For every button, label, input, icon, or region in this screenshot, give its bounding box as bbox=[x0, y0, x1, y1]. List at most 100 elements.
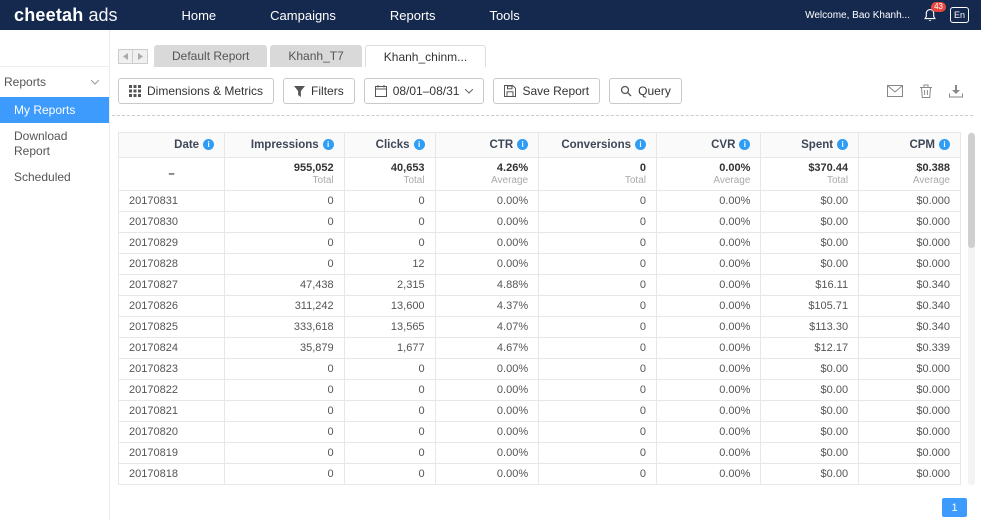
spent-cell: $0.00 bbox=[760, 379, 860, 401]
sidebar-item-my-reports[interactable]: My Reports bbox=[0, 97, 109, 124]
tab-default-report[interactable]: Default Report bbox=[154, 45, 268, 67]
table-row: 20170829 0 0 0.00% 0 0.00% $0.00 $0.000 bbox=[117, 232, 961, 254]
spent-cell: $0.00 bbox=[760, 463, 860, 485]
summary-value: $370.44 bbox=[808, 162, 849, 174]
clicks-cell: 0 bbox=[343, 190, 436, 212]
nav-item-home[interactable]: Home bbox=[181, 8, 216, 23]
bell-icon[interactable]: 43 bbox=[923, 1, 946, 23]
nav-item-campaigns[interactable]: Campaigns bbox=[270, 8, 336, 23]
download-icon[interactable] bbox=[949, 84, 963, 98]
clicks-cell: 0 bbox=[343, 421, 436, 443]
column-header[interactable]: CTR i bbox=[434, 132, 540, 158]
clicks-cell: 0 bbox=[343, 442, 436, 464]
column-header[interactable]: Impressions i bbox=[224, 132, 345, 158]
info-icon[interactable]: i bbox=[517, 139, 529, 150]
sidebar-group-reports[interactable]: Reports bbox=[0, 66, 109, 97]
conversions-cell: 0 bbox=[538, 295, 657, 317]
tab-arrows bbox=[118, 49, 148, 64]
column-header[interactable]: Conversions i bbox=[538, 132, 657, 158]
summary-cell: 40,653 Total bbox=[343, 157, 436, 191]
header-row: Date i Impressions i Clicks i CTR i Conversi… bbox=[117, 132, 961, 158]
date-cell: 20170826 bbox=[117, 295, 226, 317]
trash-icon[interactable] bbox=[920, 84, 932, 98]
cvr-cell: 0.00% bbox=[655, 295, 762, 317]
summary-value: 40,653 bbox=[390, 162, 425, 174]
date-cell: 20170821 bbox=[117, 400, 226, 422]
tab-scroll-left-icon[interactable] bbox=[118, 49, 133, 64]
spent-cell: $0.00 bbox=[760, 190, 860, 212]
cvr-cell: 0.00% bbox=[655, 316, 762, 338]
cvr-cell: 0.00% bbox=[655, 253, 762, 275]
nav-item-tools[interactable]: Tools bbox=[489, 8, 519, 23]
cvr-cell: 0.00% bbox=[655, 232, 762, 254]
info-icon[interactable]: i bbox=[939, 139, 950, 150]
tab-khanh-t7[interactable]: Khanh_T7 bbox=[270, 45, 362, 67]
nav-item-reports[interactable]: Reports bbox=[390, 8, 436, 23]
cvr-cell: 0.00% bbox=[655, 358, 762, 380]
toolbar-icon-strip bbox=[887, 84, 963, 98]
column-header[interactable]: CVR i bbox=[655, 132, 762, 158]
ctr-cell: 4.07% bbox=[434, 316, 540, 338]
filters-button[interactable]: Filters bbox=[283, 78, 355, 104]
spent-cell: $0.00 bbox=[760, 253, 860, 275]
top-nav: cheetah ads Home Campaigns Reports Tools… bbox=[0, 0, 981, 30]
scrollbar-thumb[interactable] bbox=[968, 133, 975, 248]
summary-sub-label: Average bbox=[491, 175, 529, 186]
info-icon[interactable]: i bbox=[739, 139, 751, 150]
column-header[interactable]: Date i bbox=[117, 132, 226, 158]
clicks-cell: 0 bbox=[343, 379, 436, 401]
user-menu[interactable]: Welcome, Bao Khanh... bbox=[805, 10, 910, 21]
impressions-cell: 311,242 bbox=[224, 295, 345, 317]
sidebar-item-scheduled[interactable]: Scheduled bbox=[0, 164, 109, 190]
impressions-cell: 333,618 bbox=[224, 316, 345, 338]
impressions-cell: 0 bbox=[224, 190, 345, 212]
save-report-button[interactable]: Save Report bbox=[493, 78, 601, 104]
ctr-cell: 0.00% bbox=[434, 358, 540, 380]
column-header[interactable]: Clicks i bbox=[343, 132, 436, 158]
info-icon[interactable]: i bbox=[635, 139, 646, 150]
clicks-cell: 0 bbox=[343, 358, 436, 380]
tab-scroll-right-icon[interactable] bbox=[133, 49, 148, 64]
impressions-cell: 0 bbox=[224, 253, 345, 275]
summary-value: 955,052 bbox=[293, 162, 334, 174]
summary-value: 4.26% bbox=[496, 162, 529, 174]
column-header-label: CVR bbox=[711, 139, 736, 151]
table-row: 20170827 47,438 2,315 4.88% 0 0.00% $16.… bbox=[117, 274, 961, 296]
brand-logo[interactable]: cheetah ads bbox=[14, 5, 117, 26]
sidebar-item-download-report[interactable]: Download Report bbox=[0, 123, 109, 164]
column-header-label: Spent bbox=[801, 139, 834, 151]
info-icon[interactable]: i bbox=[203, 139, 215, 150]
column-header[interactable]: Spent i bbox=[760, 132, 860, 158]
date-cell: 20170831 bbox=[117, 190, 226, 212]
language-button[interactable]: En bbox=[949, 7, 969, 23]
pagination-page-1[interactable]: 1 bbox=[942, 498, 967, 517]
impressions-cell: 0 bbox=[224, 358, 345, 380]
info-icon[interactable]: i bbox=[837, 139, 849, 150]
funnel-icon bbox=[294, 85, 306, 97]
clicks-cell: 13,600 bbox=[343, 295, 436, 317]
mail-icon[interactable] bbox=[887, 85, 903, 97]
table-row: 20170820 0 0 0.00% 0 0.00% $0.00 $0.000 bbox=[117, 421, 961, 443]
cpm-cell: $0.000 bbox=[858, 253, 961, 275]
info-icon[interactable]: i bbox=[322, 139, 334, 150]
cpm-cell: $0.000 bbox=[858, 400, 961, 422]
summary-cell: $0.388 Average bbox=[858, 157, 961, 191]
dimensions-metrics-button[interactable]: Dimensions & Metrics bbox=[118, 78, 275, 104]
column-header[interactable]: CPM i bbox=[858, 132, 961, 158]
chevron-down-icon bbox=[91, 79, 99, 85]
summary-sub-label: Total bbox=[624, 175, 646, 186]
spent-cell: $0.00 bbox=[760, 400, 860, 422]
tab-bar: Default Report Khanh_T7 Khanh_chinm... bbox=[110, 30, 981, 67]
tab-khanh-chinm[interactable]: Khanh_chinm... bbox=[364, 45, 487, 67]
dashed-divider bbox=[112, 115, 973, 116]
query-button[interactable]: Query bbox=[609, 78, 682, 104]
main-nav: Home Campaigns Reports Tools bbox=[181, 8, 519, 23]
body-row: Reports My Reports Download Report Sched… bbox=[0, 30, 981, 520]
column-header-label: Impressions bbox=[250, 139, 319, 151]
summary-cell: 4.26% Average bbox=[434, 157, 540, 191]
date-cell: 20170830 bbox=[117, 211, 226, 233]
info-icon[interactable]: i bbox=[413, 139, 425, 150]
main-content: Default Report Khanh_T7 Khanh_chinm... D… bbox=[110, 30, 981, 520]
date-range-button[interactable]: 08/01–08/31 bbox=[363, 78, 485, 104]
impressions-cell: 0 bbox=[224, 211, 345, 233]
